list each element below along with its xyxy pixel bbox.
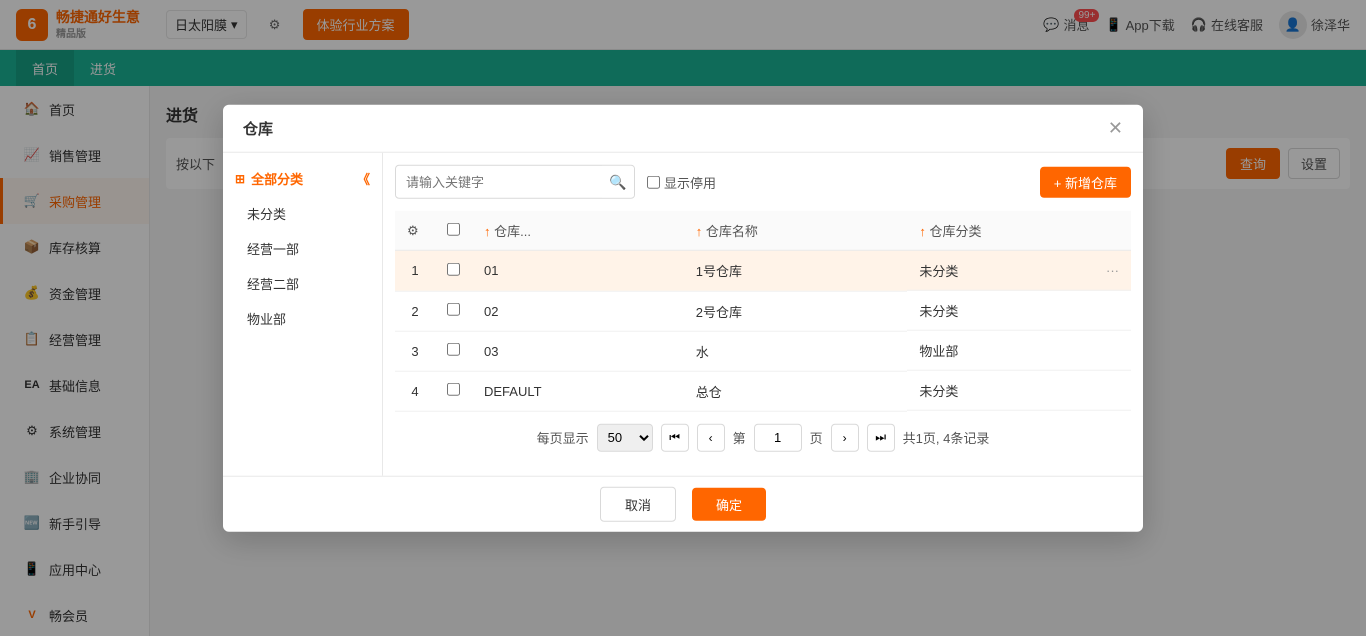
- search-box: 🔍: [395, 165, 635, 199]
- table-area: 🔍 显示停用 + 新增仓库 ⚙ ↑: [383, 153, 1143, 476]
- modal-body: ⊞ 全部分类 《 未分类 经营一部 经营二部 物业部: [223, 153, 1143, 476]
- per-page-select[interactable]: 50 100 200: [597, 423, 653, 451]
- cancel-btn[interactable]: 取消: [600, 486, 676, 521]
- row-checkbox[interactable]: [435, 331, 472, 371]
- last-page-btn[interactable]: ⏭: [867, 423, 895, 451]
- category-sidebar: ⊞ 全部分类 《 未分类 经营一部 经营二部 物业部: [223, 153, 383, 476]
- all-categories[interactable]: ⊞ 全部分类 《: [223, 161, 382, 196]
- cat-item-unclassified[interactable]: 未分类: [223, 196, 382, 231]
- row-code: 01: [472, 250, 684, 291]
- modal-footer: 取消 确定: [223, 475, 1143, 531]
- modal-header: 仓库 ✕: [223, 105, 1143, 153]
- cat-item-dept1[interactable]: 经营一部: [223, 231, 382, 266]
- table-row[interactable]: 4 DEFAULT 总仓 未分类: [395, 371, 1131, 411]
- row-checkbox[interactable]: [435, 291, 472, 331]
- table-row[interactable]: 3 03 水 物业部: [395, 331, 1131, 371]
- row-name: 总仓: [684, 371, 908, 411]
- row-checkbox[interactable]: [435, 371, 472, 411]
- new-warehouse-btn[interactable]: + 新增仓库: [1040, 166, 1131, 197]
- confirm-btn[interactable]: 确定: [692, 487, 766, 520]
- page-input[interactable]: [754, 423, 802, 451]
- grid-icon: ⊞: [235, 171, 245, 185]
- show-disabled-label[interactable]: 显示停用: [647, 172, 716, 191]
- row-name: 2号仓库: [684, 291, 908, 331]
- select-all-checkbox[interactable]: [447, 222, 460, 235]
- next-page-btn[interactable]: ›: [831, 423, 859, 451]
- table-row[interactable]: 1 01 1号仓库 未分类 ···: [395, 250, 1131, 291]
- row-category: 未分类 ···: [907, 251, 1131, 291]
- cat-item-property[interactable]: 物业部: [223, 301, 382, 336]
- cat-item-dept2[interactable]: 经营二部: [223, 266, 382, 301]
- pagination: 每页显示 50 100 200 ⏮ ‹ 第 页 › ⏭ 共1页, 4条记录: [395, 411, 1131, 463]
- row-name: 1号仓库: [684, 250, 908, 291]
- search-input[interactable]: [396, 168, 602, 195]
- row-index: 4: [395, 371, 435, 411]
- show-disabled-checkbox[interactable]: [647, 175, 660, 188]
- prev-page-btn[interactable]: ‹: [697, 423, 725, 451]
- col-code: ↑ 仓库...: [472, 211, 684, 251]
- row-code: 02: [472, 291, 684, 331]
- modal-close-btn[interactable]: ✕: [1108, 118, 1123, 139]
- row-index: 1: [395, 250, 435, 291]
- row-category: 未分类: [907, 291, 1131, 331]
- col-checkbox: [435, 211, 472, 251]
- col-settings[interactable]: ⚙: [395, 211, 435, 251]
- row-index: 3: [395, 331, 435, 371]
- warehouse-table: ⚙ ↑ 仓库... ↑ 仓库名称 ↑: [395, 211, 1131, 412]
- row-index: 2: [395, 291, 435, 331]
- first-page-btn[interactable]: ⏮: [661, 423, 689, 451]
- search-btn[interactable]: 🔍: [602, 166, 634, 198]
- table-row[interactable]: 2 02 2号仓库 未分类: [395, 291, 1131, 331]
- warehouse-modal: 仓库 ✕ ⊞ 全部分类 《 未分类 经营一部 经营二部 物业部: [223, 105, 1143, 532]
- row-code: DEFAULT: [472, 371, 684, 411]
- row-code: 03: [472, 331, 684, 371]
- row-category: 未分类: [907, 371, 1131, 411]
- row-actions[interactable]: ···: [1106, 263, 1119, 278]
- table-toolbar: 🔍 显示停用 + 新增仓库: [395, 165, 1131, 199]
- row-name: 水: [684, 331, 908, 371]
- col-category: ↑ 仓库分类: [907, 211, 1131, 251]
- row-category: 物业部: [907, 331, 1131, 371]
- modal-title: 仓库: [243, 118, 273, 139]
- row-checkbox[interactable]: [435, 250, 472, 291]
- collapse-left-icon[interactable]: 《: [357, 169, 370, 188]
- col-name: ↑ 仓库名称: [684, 211, 908, 251]
